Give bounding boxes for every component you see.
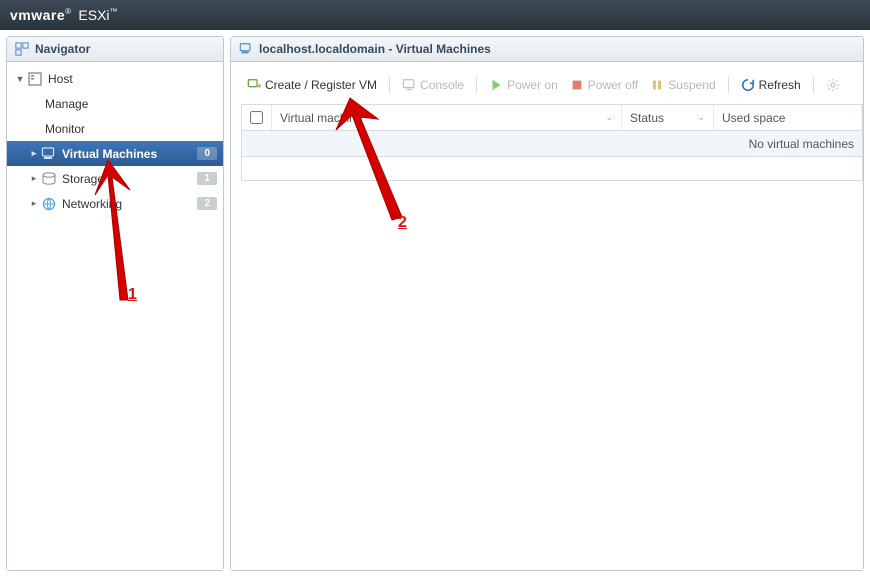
toolbar-separator (389, 77, 390, 93)
chevron-down-icon: ⌄ (697, 112, 705, 123)
vm-icon (239, 42, 253, 56)
nav-storage-label: Storage (62, 172, 197, 186)
host-icon (27, 71, 43, 87)
navigator-header: Navigator (7, 37, 223, 62)
content-header: localhost.localdomain - Virtual Machines (231, 37, 863, 62)
expand-icon[interactable]: ▸ (27, 198, 41, 209)
nav-networking[interactable]: ▸ Networking 2 (7, 191, 223, 216)
collapse-icon[interactable]: ▼ (13, 74, 27, 84)
expand-icon[interactable]: ▸ (27, 148, 41, 159)
chevron-down-icon: ⌄ (605, 112, 613, 123)
console-button[interactable]: Console (396, 76, 470, 94)
empty-text: No virtual machines (749, 137, 854, 151)
col-space-label: Used space (722, 111, 785, 125)
nav-monitor-label: Monitor (45, 122, 217, 136)
col-name-label: Virtual machine (280, 111, 363, 125)
vm-toolbar: Create / Register VM Console Power on Po… (231, 72, 863, 104)
vm-icon (41, 146, 57, 162)
col-space-header[interactable]: Used space (714, 105, 862, 130)
suspend-button[interactable]: Suspend (644, 76, 721, 94)
toolbar-separator (476, 77, 477, 93)
content-body: Create / Register VM Console Power on Po… (231, 62, 863, 570)
nav-host[interactable]: ▼ Host (7, 66, 223, 91)
brand-vmware: vmware® ESXi™ (10, 7, 118, 23)
col-status-label: Status (630, 111, 664, 125)
play-icon (489, 78, 503, 92)
vm-table-header: Virtual machine ⌄ Status ⌄ Used space (241, 104, 863, 131)
console-label: Console (420, 78, 464, 92)
checkbox[interactable] (250, 111, 263, 124)
storage-icon (41, 171, 57, 187)
nav-manage-label: Manage (45, 97, 217, 111)
nav-storage[interactable]: ▸ Storage 1 (7, 166, 223, 191)
refresh-label: Refresh (759, 78, 801, 92)
console-icon (402, 78, 416, 92)
power-off-label: Power off (588, 78, 638, 92)
nav-monitor[interactable]: Monitor (7, 116, 223, 141)
stop-icon (570, 78, 584, 92)
refresh-icon (741, 78, 755, 92)
top-bar: vmware® ESXi™ (0, 0, 870, 30)
expand-icon[interactable]: ▸ (27, 173, 41, 184)
nav-networking-label: Networking (62, 197, 197, 211)
content-panel: localhost.localdomain - Virtual Machines… (230, 36, 864, 571)
col-name-header[interactable]: Virtual machine ⌄ (272, 105, 622, 130)
create-register-vm-label: Create / Register VM (265, 78, 377, 92)
network-icon (41, 196, 57, 212)
power-off-button[interactable]: Power off (564, 76, 644, 94)
power-on-button[interactable]: Power on (483, 76, 564, 94)
navigator-tree: ▼ Host Manage Monitor ▸ Virtual Machines… (7, 62, 223, 570)
vm-table: Virtual machine ⌄ Status ⌄ Used space No… (241, 104, 863, 181)
toolbar-separator (728, 77, 729, 93)
create-register-vm-button[interactable]: Create / Register VM (241, 76, 383, 94)
navigator-panel: Navigator ▼ Host Manage Monitor ▸ Virtua… (6, 36, 224, 571)
vm-table-blank-row (241, 157, 863, 181)
nav-manage[interactable]: Manage (7, 91, 223, 116)
refresh-button[interactable]: Refresh (735, 76, 807, 94)
navigator-icon (15, 42, 29, 56)
nav-virtual-machines-count: 0 (197, 147, 217, 160)
col-status-header[interactable]: Status ⌄ (622, 105, 714, 130)
pause-icon (650, 78, 664, 92)
nav-storage-count: 1 (197, 172, 217, 185)
power-on-label: Power on (507, 78, 558, 92)
toolbar-separator (813, 77, 814, 93)
suspend-label: Suspend (668, 78, 715, 92)
nav-host-label: Host (48, 72, 217, 86)
nav-virtual-machines[interactable]: ▸ Virtual Machines 0 (7, 141, 223, 166)
navigator-title: Navigator (35, 42, 90, 56)
nav-networking-count: 2 (197, 197, 217, 210)
gear-icon (826, 78, 840, 92)
settings-button[interactable] (820, 76, 846, 94)
vm-table-empty-row: No virtual machines (241, 131, 863, 157)
nav-virtual-machines-label: Virtual Machines (62, 147, 197, 161)
select-all-checkbox[interactable] (242, 105, 272, 130)
content-title: localhost.localdomain - Virtual Machines (259, 42, 491, 56)
create-vm-icon (247, 78, 261, 92)
